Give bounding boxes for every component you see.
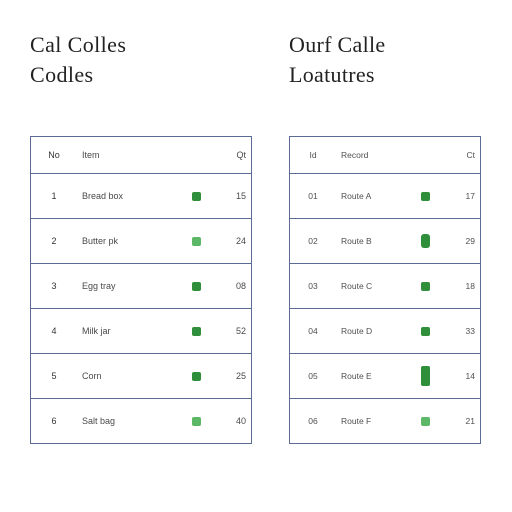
cell-c: 24	[205, 219, 251, 263]
cell-b: Route A	[336, 174, 416, 218]
status-icon	[187, 264, 205, 308]
table-header: No Item Qt	[31, 137, 251, 173]
cell-c: 29	[434, 219, 480, 263]
table-row: 04 Route D 33	[290, 308, 480, 353]
status-icon	[187, 174, 205, 218]
cell-c: 15	[205, 174, 251, 218]
cell-c: 17	[434, 174, 480, 218]
cell-a: 03	[290, 264, 336, 308]
cell-a: 02	[290, 219, 336, 263]
col-c: Qt	[205, 137, 251, 173]
cell-a: 06	[290, 399, 336, 443]
right-title-line1: Ourf Calle	[289, 30, 490, 60]
left-title-line2: Codles	[30, 60, 231, 90]
left-title-line1: Cal Colles	[30, 30, 231, 60]
cell-c: 40	[205, 399, 251, 443]
left-column: Cal Colles Codles No Item Qt 1 Bread box…	[30, 30, 231, 444]
right-title-line2: Loatutres	[289, 60, 490, 90]
cell-c: 52	[205, 309, 251, 353]
left-title: Cal Colles Codles	[30, 30, 231, 108]
table-row: 05 Route E 14	[290, 353, 480, 398]
table-row: 06 Route F 21	[290, 398, 480, 443]
status-icon	[416, 264, 434, 308]
table-row: 01 Route A 17	[290, 173, 480, 218]
table-row: 6 Salt bag 40	[31, 398, 251, 443]
status-icon	[416, 399, 434, 443]
cell-c: 08	[205, 264, 251, 308]
col-a: Id	[290, 137, 336, 173]
cell-c: 21	[434, 399, 480, 443]
table-row: 4 Milk jar 52	[31, 308, 251, 353]
cell-a: 6	[31, 399, 77, 443]
table-header: Id Record Ct	[290, 137, 480, 173]
cell-a: 3	[31, 264, 77, 308]
cell-b: Route F	[336, 399, 416, 443]
status-icon	[416, 219, 434, 263]
table-row: 03 Route C 18	[290, 263, 480, 308]
col-b: Record	[336, 137, 416, 173]
page: Cal Colles Codles No Item Qt 1 Bread box…	[0, 0, 512, 444]
table-row: 1 Bread box 15	[31, 173, 251, 218]
cell-a: 01	[290, 174, 336, 218]
cell-b: Corn	[77, 354, 187, 398]
col-c: Ct	[434, 137, 480, 173]
table-row: 5 Corn 25	[31, 353, 251, 398]
cell-b: Route B	[336, 219, 416, 263]
cell-b: Egg tray	[77, 264, 187, 308]
cell-a: 04	[290, 309, 336, 353]
table-row: 2 Butter pk 24	[31, 218, 251, 263]
status-icon	[416, 174, 434, 218]
cell-c: 33	[434, 309, 480, 353]
cell-b: Milk jar	[77, 309, 187, 353]
cell-b: Route E	[336, 354, 416, 398]
right-column: Ourf Calle Loatutres Id Record Ct 01 Rou…	[289, 30, 490, 444]
status-icon	[416, 309, 434, 353]
cell-b: Route C	[336, 264, 416, 308]
status-icon	[187, 219, 205, 263]
status-icon	[187, 309, 205, 353]
cell-c: 25	[205, 354, 251, 398]
status-icon	[187, 399, 205, 443]
left-table: No Item Qt 1 Bread box 15 2 Butter pk 24…	[30, 136, 252, 444]
cell-a: 05	[290, 354, 336, 398]
cell-c: 14	[434, 354, 480, 398]
cell-a: 4	[31, 309, 77, 353]
col-a: No	[31, 137, 77, 173]
cell-b: Butter pk	[77, 219, 187, 263]
status-icon	[416, 354, 434, 398]
status-icon	[187, 354, 205, 398]
cell-b: Bread box	[77, 174, 187, 218]
table-row: 02 Route B 29	[290, 218, 480, 263]
cell-c: 18	[434, 264, 480, 308]
cell-b: Salt bag	[77, 399, 187, 443]
cell-b: Route D	[336, 309, 416, 353]
right-title: Ourf Calle Loatutres	[289, 30, 490, 108]
table-row: 3 Egg tray 08	[31, 263, 251, 308]
col-icon	[416, 137, 434, 173]
col-b: Item	[77, 137, 187, 173]
cell-a: 1	[31, 174, 77, 218]
right-table: Id Record Ct 01 Route A 17 02 Route B 29…	[289, 136, 481, 444]
col-icon	[187, 137, 205, 173]
cell-a: 2	[31, 219, 77, 263]
cell-a: 5	[31, 354, 77, 398]
